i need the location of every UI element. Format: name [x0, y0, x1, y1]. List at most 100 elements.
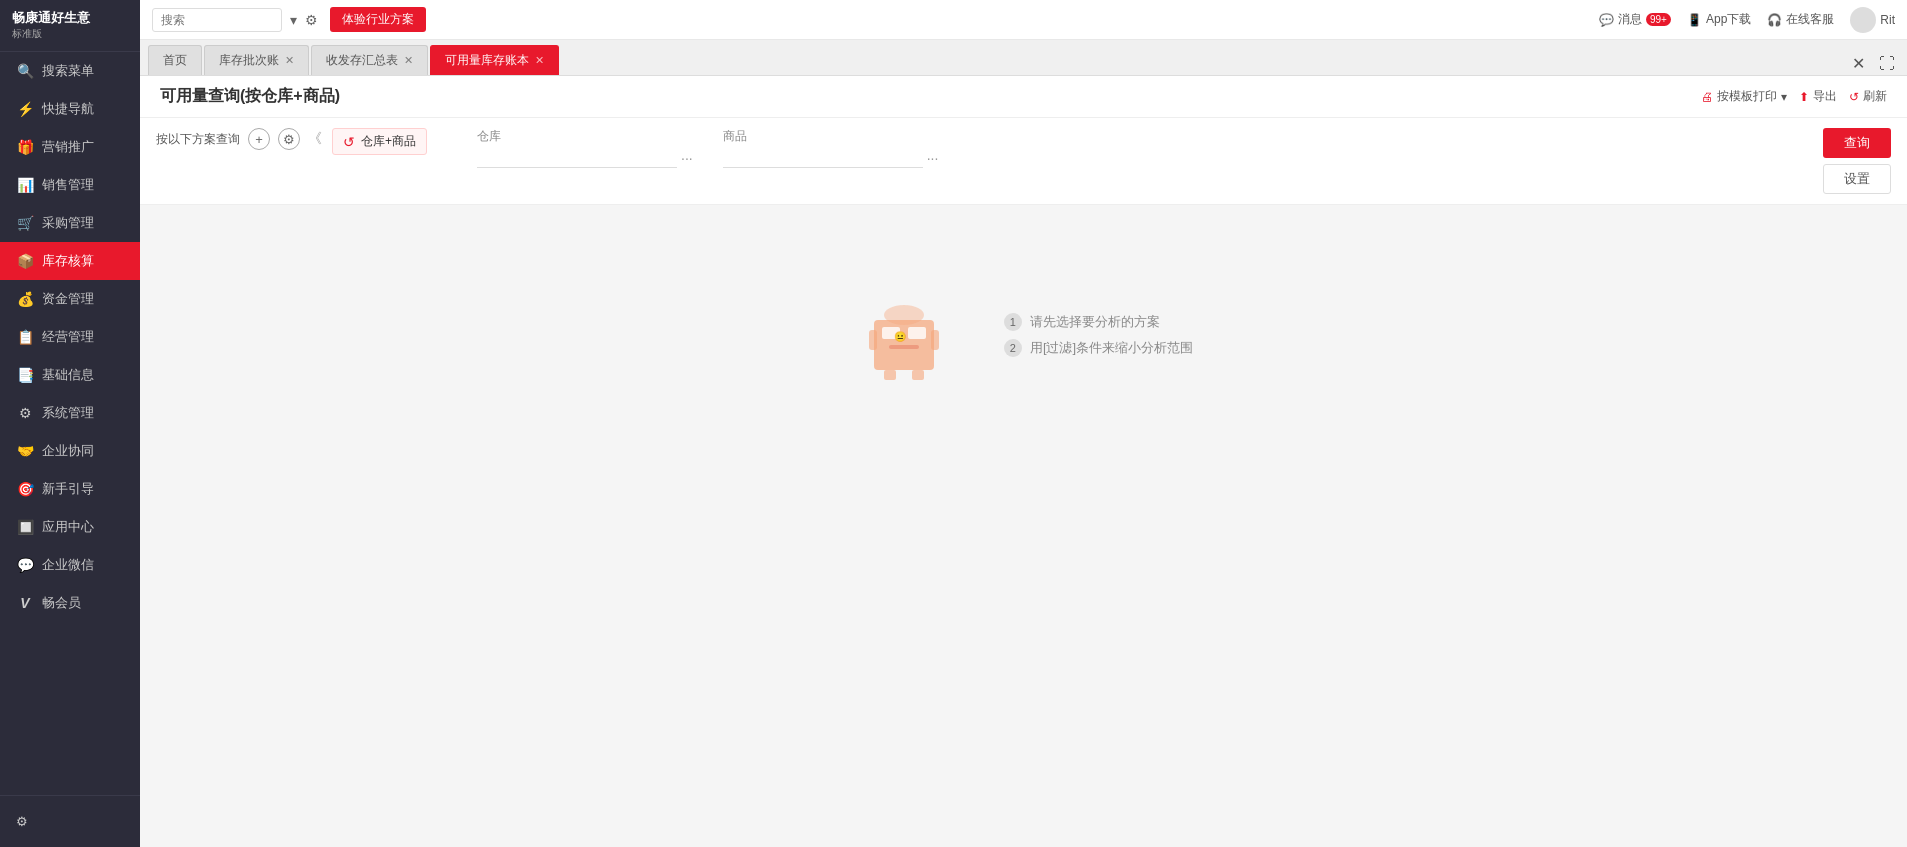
- query-label: 按以下方案查询: [156, 131, 240, 148]
- marketing-icon: 🎁: [16, 139, 34, 155]
- svg-point-8: [884, 305, 924, 325]
- topbar: ▾ ⚙ 体验行业方案 💬 消息 99+ 📱 App下载 🎧 在线客服 Rit: [140, 0, 1907, 40]
- scheme-refresh-icon: ↺: [343, 134, 355, 150]
- tab-actions: ✕ ⛶: [1848, 52, 1899, 75]
- sidebar-item-finance[interactable]: 💰 资金管理: [0, 280, 140, 318]
- tab-available[interactable]: 可用量库存账本 ✕: [430, 45, 559, 75]
- member-icon: V: [16, 595, 34, 611]
- empty-illustration: 😐: [854, 285, 954, 385]
- edit-scheme-button[interactable]: ⚙: [278, 128, 300, 150]
- svg-rect-7: [912, 370, 924, 380]
- sidebar-logo: 畅康通好生意 标准版: [0, 0, 140, 52]
- message-label: 消息: [1618, 11, 1642, 28]
- sidebar-bottom: ⚙: [0, 795, 140, 847]
- export-icon: ⬆: [1799, 90, 1809, 104]
- tab-batch-close[interactable]: ✕: [285, 54, 294, 67]
- operation-icon: 📋: [16, 329, 34, 345]
- chevron-down-icon[interactable]: ▾: [290, 12, 297, 28]
- sidebar-item-basic[interactable]: 📑 基础信息: [0, 356, 140, 394]
- sidebar: 畅康通好生意 标准版 🔍 搜索菜单 ⚡ 快捷导航 🎁 营销推广 📊 销售管理 🛒…: [0, 0, 140, 847]
- tab-expand-button[interactable]: ⛶: [1875, 53, 1899, 75]
- sidebar-item-purchase[interactable]: 🛒 采购管理: [0, 204, 140, 242]
- finance-icon: 💰: [16, 291, 34, 307]
- purchase-icon: 🛒: [16, 215, 34, 231]
- sidebar-item-enterprise[interactable]: 🤝 企业协同: [0, 432, 140, 470]
- product-label: 商品: [723, 128, 939, 145]
- tab-available-close[interactable]: ✕: [535, 54, 544, 67]
- scheme-item-warehouse-product[interactable]: ↺ 仓库+商品: [332, 128, 427, 155]
- print-dropdown-icon[interactable]: ▾: [1781, 90, 1787, 104]
- sidebar-item-marketing[interactable]: 🎁 营销推广: [0, 128, 140, 166]
- collapse-icon[interactable]: 《: [308, 130, 322, 148]
- sidebar-item-inventory[interactable]: 📦 库存核算: [0, 242, 140, 280]
- online-support-button[interactable]: 🎧 在线客服: [1767, 11, 1834, 28]
- tab-batch[interactable]: 库存批次账 ✕: [204, 45, 309, 75]
- sidebar-item-operation[interactable]: 📋 经营管理: [0, 318, 140, 356]
- sidebar-item-member[interactable]: V 畅会员: [0, 584, 140, 622]
- search-input[interactable]: [152, 8, 282, 32]
- sidebar-item-system[interactable]: ⚙ 系统管理: [0, 394, 140, 432]
- headset-icon: 🎧: [1767, 13, 1782, 27]
- export-button[interactable]: ⬆ 导出: [1799, 88, 1837, 105]
- phone-icon: 📱: [1687, 13, 1702, 27]
- message-button[interactable]: 💬 消息 99+: [1599, 11, 1671, 28]
- warehouse-filter: 仓库 ···: [477, 128, 693, 168]
- warehouse-more-icon[interactable]: ···: [681, 150, 693, 166]
- tab-close-button[interactable]: ✕: [1848, 52, 1869, 75]
- sidebar-item-sales[interactable]: 📊 销售管理: [0, 166, 140, 204]
- newbie-icon: 🎯: [16, 481, 34, 497]
- avatar: [1850, 7, 1876, 33]
- product-input[interactable]: [723, 147, 923, 168]
- empty-svg: 😐: [854, 285, 954, 385]
- scheme-selector: 按以下方案查询 + ⚙ 《: [156, 128, 322, 150]
- hint-number-1: 1: [1004, 313, 1022, 331]
- warehouse-input[interactable]: [477, 147, 677, 168]
- product-input-wrap: ···: [723, 147, 939, 168]
- message-icon: 💬: [1599, 13, 1614, 27]
- tab-home[interactable]: 首页: [148, 45, 202, 75]
- page-content: 可用量查询(按仓库+商品) 🖨 按模板打印 ▾ ⬆ 导出 ↺ 刷新: [140, 76, 1907, 847]
- query-button[interactable]: 查询: [1823, 128, 1891, 158]
- tab-batch-label: 库存批次账: [219, 52, 279, 69]
- system-icon: ⚙: [16, 405, 34, 421]
- search-icon: 🔍: [16, 63, 34, 79]
- enterprise-icon: 🤝: [16, 443, 34, 459]
- product-filter: 商品 ···: [723, 128, 939, 168]
- message-badge: 99+: [1646, 13, 1671, 26]
- app-download-button[interactable]: 📱 App下载: [1687, 11, 1751, 28]
- sidebar-item-wechat[interactable]: 💬 企业微信: [0, 546, 140, 584]
- wechat-icon: 💬: [16, 557, 34, 573]
- empty-hint-1: 1 请先选择要分析的方案: [1004, 313, 1193, 331]
- sidebar-item-newbie[interactable]: 🎯 新手引导: [0, 470, 140, 508]
- empty-hints: 1 请先选择要分析的方案 2 用[过滤]条件来缩小分析范围: [1004, 313, 1193, 357]
- query-bar: 按以下方案查询 + ⚙ 《 ↺ 仓库+商品 仓库 ···: [140, 118, 1907, 205]
- svg-rect-6: [884, 370, 896, 380]
- tab-summary-close[interactable]: ✕: [404, 54, 413, 67]
- refresh-button[interactable]: ↺ 刷新: [1849, 88, 1887, 105]
- user-avatar[interactable]: Rit: [1850, 7, 1895, 33]
- scheme-list: ↺ 仓库+商品: [332, 128, 427, 155]
- tab-summary-label: 收发存汇总表: [326, 52, 398, 69]
- sidebar-item-apps[interactable]: 🔲 应用中心: [0, 508, 140, 546]
- tab-summary[interactable]: 收发存汇总表 ✕: [311, 45, 428, 75]
- gear-icon[interactable]: ⚙: [305, 12, 318, 28]
- tab-home-label: 首页: [163, 52, 187, 69]
- industry-solution-button[interactable]: 体验行业方案: [330, 7, 426, 32]
- template-print-button[interactable]: 🖨 按模板打印 ▾: [1701, 88, 1787, 105]
- product-more-icon[interactable]: ···: [927, 150, 939, 166]
- sidebar-item-shortcut[interactable]: ⚡ 快捷导航: [0, 90, 140, 128]
- add-scheme-button[interactable]: +: [248, 128, 270, 150]
- settings-bottom-icon: ⚙: [16, 814, 28, 829]
- topbar-right: 💬 消息 99+ 📱 App下载 🎧 在线客服 Rit: [1599, 7, 1895, 33]
- sidebar-item-search[interactable]: 🔍 搜索菜单: [0, 52, 140, 90]
- svg-text:😐: 😐: [894, 330, 907, 343]
- refresh-icon: ↺: [1849, 90, 1859, 104]
- main-area: ▾ ⚙ 体验行业方案 💬 消息 99+ 📱 App下载 🎧 在线客服 Rit: [140, 0, 1907, 847]
- print-icon: 🖨: [1701, 90, 1713, 104]
- page-title: 可用量查询(按仓库+商品): [160, 86, 340, 107]
- shortcut-icon: ⚡: [16, 101, 34, 117]
- settings-button[interactable]: 设置: [1823, 164, 1891, 194]
- empty-hint-2: 2 用[过滤]条件来缩小分析范围: [1004, 339, 1193, 357]
- sidebar-bottom-item[interactable]: ⚙: [0, 804, 140, 839]
- basic-icon: 📑: [16, 367, 34, 383]
